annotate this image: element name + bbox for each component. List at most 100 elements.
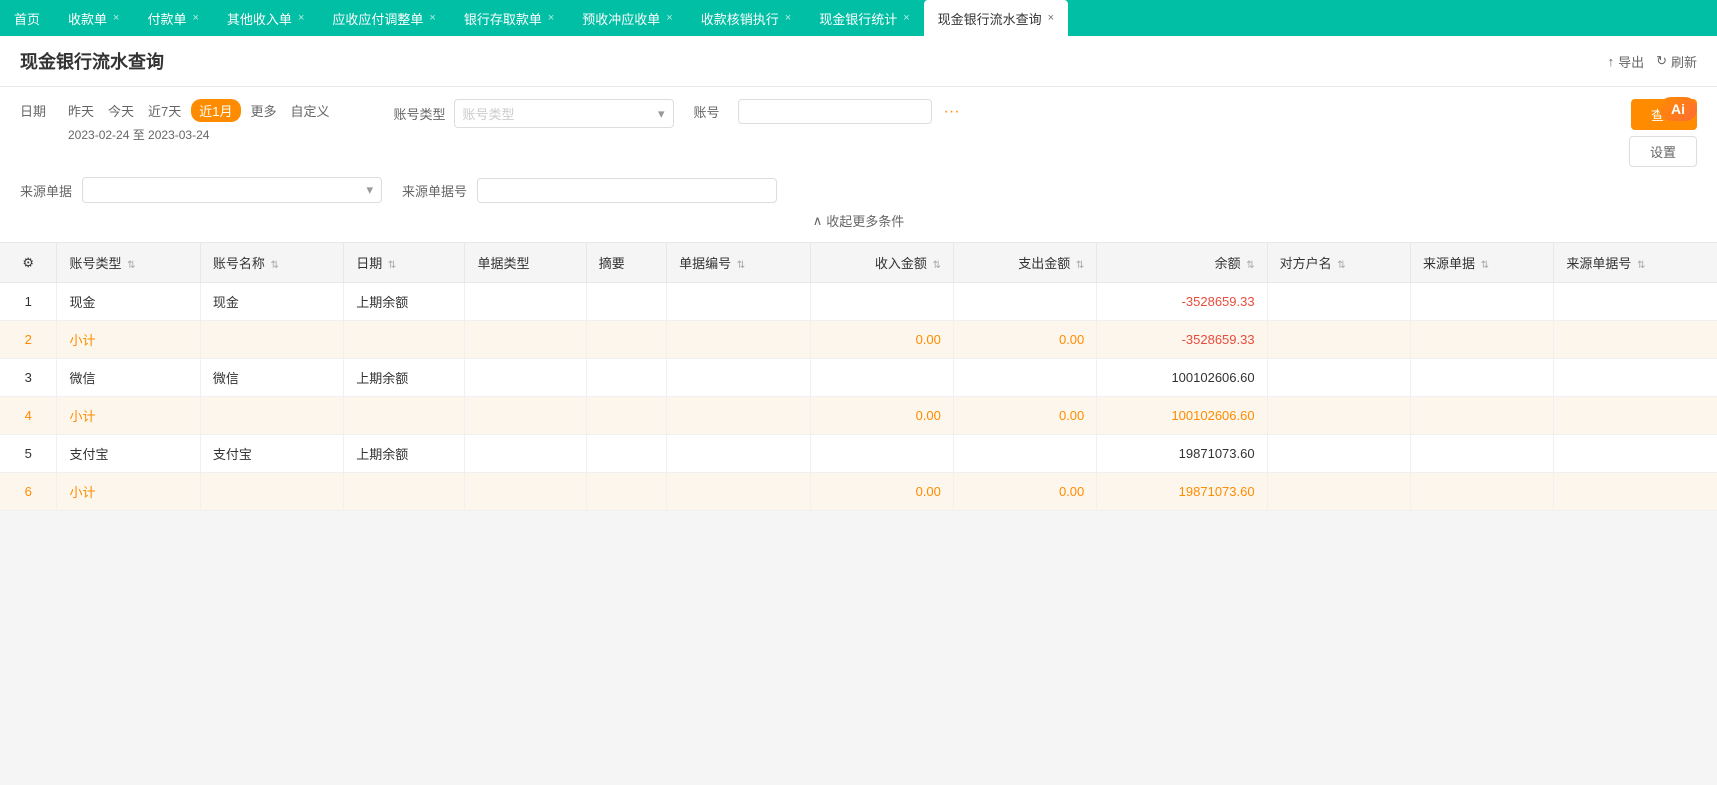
account-input[interactable] [738, 99, 932, 124]
column-expense[interactable]: 支出金额 ⇅ [953, 243, 1096, 283]
row-income [810, 283, 953, 321]
nav-item-8[interactable]: 现金银行流水查询 × [924, 0, 1068, 36]
column-date[interactable]: 日期 ⇅ [344, 243, 465, 283]
table-row: 2小计0.000.00-3528659.33 [0, 321, 1717, 359]
row-counterparty [1267, 397, 1410, 435]
row-counterparty [1267, 283, 1410, 321]
row-expense: 0.00 [953, 397, 1096, 435]
column-source-doc[interactable]: 来源单据 ⇅ [1410, 243, 1553, 283]
sort-icon: ⇅ [127, 260, 135, 271]
date-option-1month[interactable]: 近1月 [191, 99, 240, 122]
row-account-type: 小计 [57, 397, 200, 435]
row-doc-no [667, 397, 810, 435]
column-balance[interactable]: 余额 ⇅ [1097, 243, 1267, 283]
settings-button[interactable]: 设置 [1629, 136, 1697, 167]
close-icon[interactable]: × [1048, 12, 1054, 24]
date-option-yesterday[interactable]: 昨天 [64, 99, 98, 122]
nav-item-4[interactable]: 银行存取款单 × [450, 0, 568, 36]
column-doc-no[interactable]: 单据编号 ⇅ [667, 243, 810, 283]
row-doc-type [465, 359, 586, 397]
close-icon[interactable]: × [548, 12, 554, 24]
column-gear[interactable]: ⚙ [0, 243, 57, 283]
close-icon[interactable]: × [666, 12, 672, 24]
row-summary [586, 321, 666, 359]
row-source-doc [1410, 321, 1553, 359]
row-income: 0.00 [810, 321, 953, 359]
row-balance: -3528659.33 [1097, 321, 1267, 359]
nav-item-6[interactable]: 收款核销执行 × [687, 0, 805, 36]
row-date [344, 473, 465, 511]
nav-item-5[interactable]: 预收冲应收单 × [568, 0, 686, 36]
collapse-label: 收起更多条件 [826, 211, 904, 230]
row-source-doc-no [1554, 435, 1717, 473]
row-expense [953, 435, 1096, 473]
row-account-type: 支付宝 [57, 435, 200, 473]
row-date [344, 397, 465, 435]
date-option-7days[interactable]: 近7天 [144, 99, 185, 122]
row-expense [953, 359, 1096, 397]
row-date: 上期余额 [344, 435, 465, 473]
table-row: 5支付宝支付宝上期余额19871073.60 [0, 435, 1717, 473]
row-account-name: 现金 [200, 283, 343, 321]
row-balance: 19871073.60 [1097, 435, 1267, 473]
collapse-button[interactable]: ∧ 收起更多条件 [20, 211, 1697, 230]
nav-home[interactable]: 首页 [0, 0, 54, 36]
close-icon[interactable]: × [903, 12, 909, 24]
row-doc-no [667, 359, 810, 397]
ai-button[interactable]: Ai [1659, 97, 1697, 121]
date-option-today[interactable]: 今天 [104, 99, 138, 122]
row-counterparty [1267, 321, 1410, 359]
column-account-type[interactable]: 账号类型 ⇅ [57, 243, 200, 283]
more-options-button[interactable]: ··· [944, 103, 960, 121]
row-income [810, 359, 953, 397]
sort-icon: ⇅ [1246, 260, 1254, 271]
sort-icon: ⇅ [932, 260, 940, 271]
column-counterparty[interactable]: 对方户名 ⇅ [1267, 243, 1410, 283]
sort-icon: ⇅ [1076, 260, 1084, 271]
row-account-name: 微信 [200, 359, 343, 397]
column-income[interactable]: 收入金额 ⇅ [810, 243, 953, 283]
nav-item-7[interactable]: 现金银行统计 × [805, 0, 923, 36]
row-source-doc-no [1554, 283, 1717, 321]
nav-item-3[interactable]: 应收应付调整单 × [318, 0, 449, 36]
column-source-doc-no[interactable]: 来源单据号 ⇅ [1554, 243, 1717, 283]
close-icon[interactable]: × [785, 12, 791, 24]
export-button[interactable]: ↑ 导出 [1608, 52, 1645, 71]
top-navigation: 首页 收款单 × 付款单 × 其他收入单 × 应收应付调整单 × 银行存取款单 … [0, 0, 1717, 36]
account-type-select[interactable]: 账号类型 ▾ [454, 99, 674, 128]
chevron-down-icon-2: ▾ [366, 182, 373, 198]
table-row: 3微信微信上期余额100102606.60 [0, 359, 1717, 397]
refresh-icon: ↻ [1656, 53, 1667, 69]
row-source-doc [1410, 359, 1553, 397]
export-icon: ↑ [1608, 54, 1615, 69]
close-icon[interactable]: × [298, 12, 304, 24]
sort-icon: ⇅ [1637, 260, 1645, 271]
row-account-type: 现金 [57, 283, 200, 321]
close-icon[interactable]: × [429, 12, 435, 24]
row-account-type: 小计 [57, 473, 200, 511]
close-icon[interactable]: × [113, 12, 119, 24]
nav-item-2[interactable]: 其他收入单 × [213, 0, 318, 36]
source-doc-select[interactable]: ▾ [82, 177, 382, 203]
row-source-doc-no [1554, 359, 1717, 397]
source-doc-no-label: 来源单据号 [402, 181, 467, 200]
close-icon[interactable]: × [192, 12, 198, 24]
row-doc-no [667, 283, 810, 321]
table-row: 1现金现金上期余额-3528659.33 [0, 283, 1717, 321]
date-option-custom[interactable]: 自定义 [287, 99, 334, 122]
column-account-name[interactable]: 账号名称 ⇅ [200, 243, 343, 283]
filter-area: 日期 昨天 今天 近7天 近1月 更多 自定义 2023-02-24 至 202… [0, 87, 1717, 243]
account-label: 账号 [694, 102, 730, 121]
row-doc-type [465, 435, 586, 473]
collapse-icon: ∧ [813, 213, 823, 229]
nav-item-1[interactable]: 付款单 × [133, 0, 212, 36]
row-doc-type [465, 397, 586, 435]
date-options: 昨天 今天 近7天 近1月 更多 自定义 [64, 99, 334, 122]
nav-item-0[interactable]: 收款单 × [54, 0, 133, 36]
row-num: 6 [0, 473, 57, 511]
refresh-button[interactable]: ↻ 刷新 [1656, 52, 1697, 71]
sort-icon: ⇅ [1481, 260, 1489, 271]
row-expense [953, 283, 1096, 321]
date-option-more[interactable]: 更多 [247, 99, 281, 122]
source-doc-no-input[interactable] [477, 178, 777, 203]
